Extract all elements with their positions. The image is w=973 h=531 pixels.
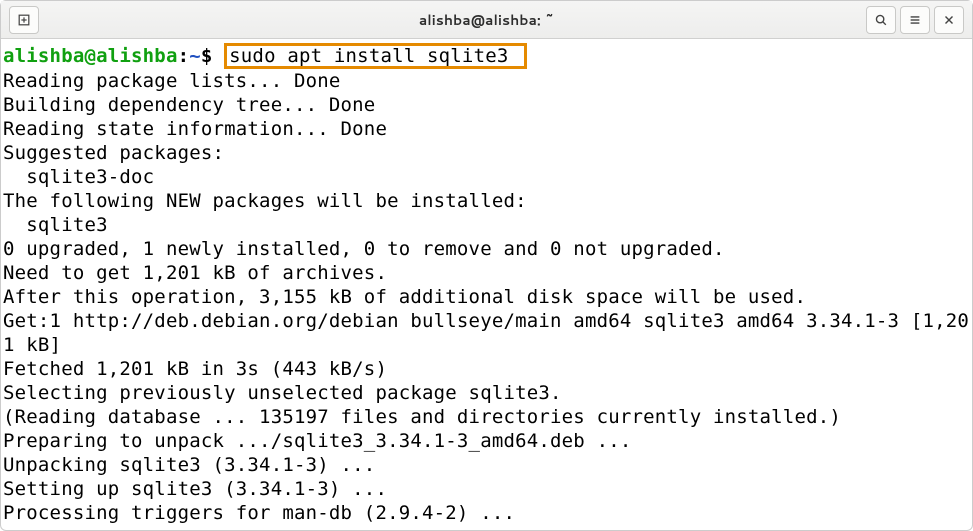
close-icon [942,13,956,27]
menu-button[interactable] [900,6,930,34]
new-tab-icon [17,13,31,27]
command-text: sudo apt install sqlite3 [229,45,508,67]
close-button[interactable] [934,6,964,34]
window-titlebar: alishba@alishba: ~ [1,1,972,39]
search-icon [874,13,888,27]
prompt-user-host: alishba@alishba [3,45,178,67]
prompt-dollar: $ [201,45,213,67]
prompt-colon: : [178,45,190,67]
command-highlight: sudo apt install sqlite3 [224,43,527,69]
hamburger-icon [908,13,922,27]
new-tab-button[interactable] [9,6,39,34]
window-title: alishba@alishba: ~ [0,10,973,30]
terminal-area[interactable]: alishba@alishba:~$ sudo apt install sqli… [1,39,972,529]
terminal-output: Reading package lists... Done Building d… [3,70,969,524]
search-button[interactable] [866,6,896,34]
prompt-path: ~ [189,45,201,67]
